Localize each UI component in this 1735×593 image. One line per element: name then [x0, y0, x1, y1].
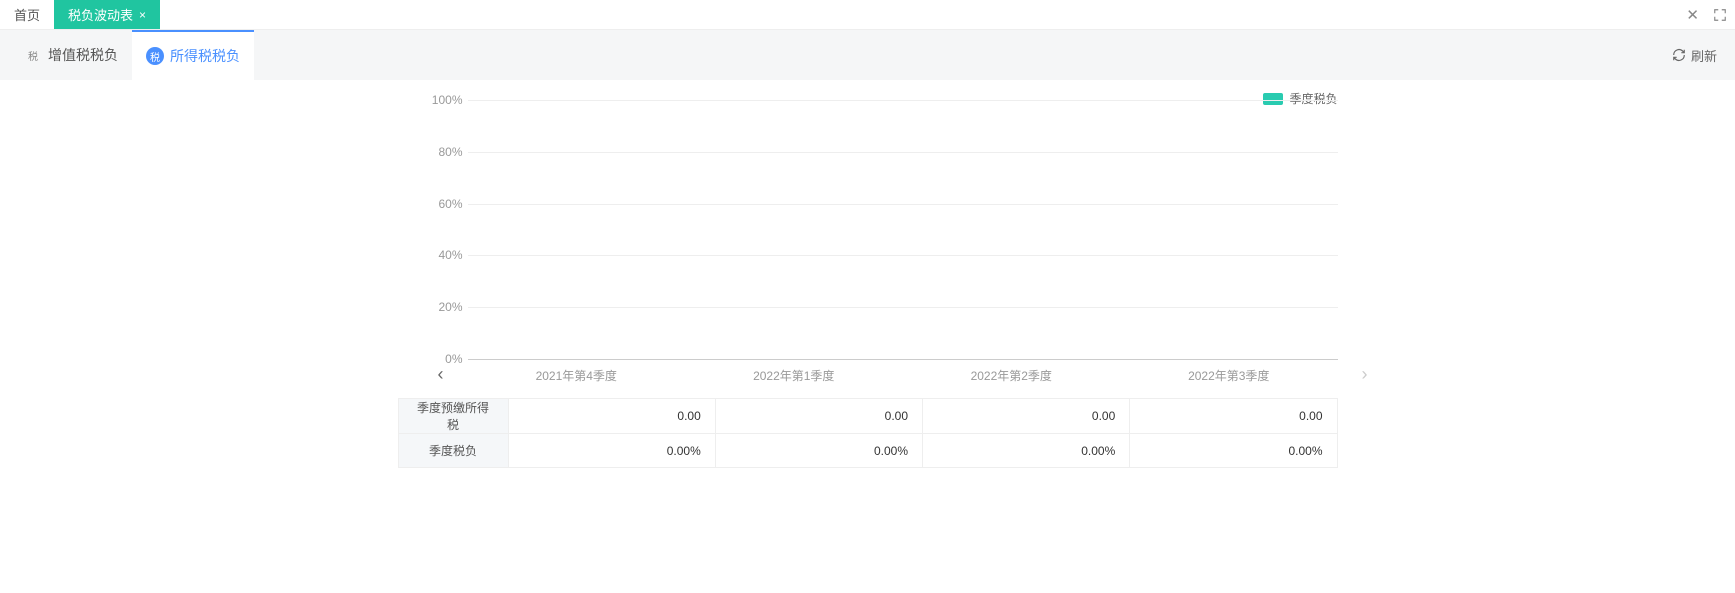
chevron-right-icon[interactable]: ›	[1362, 364, 1368, 385]
refresh-label: 刷新	[1691, 46, 1717, 65]
grid-line	[468, 255, 1338, 256]
x-tick-label: 2022年第3季度	[1120, 367, 1338, 384]
sub-tab-bar: 税 增值税税负 税 所得税税负 刷新	[0, 30, 1735, 80]
chart: 季度税负 0%20%40%60%80%100% ‹ › 2021年第4季度202…	[398, 100, 1338, 390]
table-cell: 0.00%	[715, 434, 922, 468]
row-header: 季度税负	[398, 434, 508, 468]
row-header: 季度预缴所得税	[398, 399, 508, 434]
y-tick-label: 20%	[418, 300, 463, 314]
grid-line	[468, 204, 1338, 205]
table-cell: 0.00%	[508, 434, 715, 468]
x-tick-label: 2021年第4季度	[468, 367, 686, 384]
data-table: 季度预缴所得税0.000.000.000.00季度税负0.00%0.00%0.0…	[398, 398, 1338, 468]
table-cell: 0.00%	[923, 434, 1130, 468]
sub-tab-income[interactable]: 税 所得税税负	[132, 30, 254, 80]
table-row: 季度预缴所得税0.000.000.000.00	[398, 399, 1337, 434]
y-tick-label: 100%	[418, 93, 463, 107]
fullscreen-icon[interactable]	[1713, 8, 1727, 22]
close-all-icon[interactable]: ✕	[1686, 6, 1699, 24]
page-tab-tax-fluctuation[interactable]: 税负波动表 ×	[54, 0, 160, 29]
page-tab-tax-fluctuation-label: 税负波动表	[68, 5, 133, 24]
close-icon[interactable]: ×	[139, 8, 146, 22]
refresh-button[interactable]: 刷新	[1672, 30, 1717, 80]
table-cell: 0.00	[1130, 399, 1337, 434]
page-tabs: 首页 税负波动表 × ✕	[0, 0, 1735, 30]
grid-line	[468, 100, 1338, 101]
sub-tab-vat[interactable]: 税 增值税税负	[10, 30, 132, 80]
y-tick-label: 40%	[418, 248, 463, 262]
table-cell: 0.00%	[1130, 434, 1337, 468]
chart-x-axis: ‹ › 2021年第4季度2022年第1季度2022年第2季度2022年第3季度	[468, 360, 1338, 390]
content-area: 季度税负 0%20%40%60%80%100% ‹ › 2021年第4季度202…	[0, 80, 1735, 468]
sub-tab-vat-label: 增值税税负	[48, 45, 118, 65]
table-cell: 0.00	[923, 399, 1130, 434]
page-tab-actions: ✕	[1686, 0, 1727, 30]
x-tick-label: 2022年第2季度	[903, 367, 1121, 384]
table-cell: 0.00	[715, 399, 922, 434]
page-tab-home-label: 首页	[14, 5, 40, 24]
page-tab-home[interactable]: 首页	[0, 0, 54, 29]
grid-line	[468, 152, 1338, 153]
grid-line	[468, 307, 1338, 308]
chart-plot: 0%20%40%60%80%100%	[468, 100, 1338, 360]
y-tick-label: 80%	[418, 145, 463, 159]
y-tick-label: 60%	[418, 197, 463, 211]
chevron-left-icon[interactable]: ‹	[438, 364, 444, 385]
sub-tab-income-label: 所得税税负	[170, 46, 240, 66]
income-icon: 税	[146, 47, 164, 65]
table-cell: 0.00	[508, 399, 715, 434]
table-row: 季度税负0.00%0.00%0.00%0.00%	[398, 434, 1337, 468]
x-tick-label: 2022年第1季度	[685, 367, 903, 384]
refresh-icon	[1672, 48, 1686, 62]
vat-icon: 税	[24, 46, 42, 64]
